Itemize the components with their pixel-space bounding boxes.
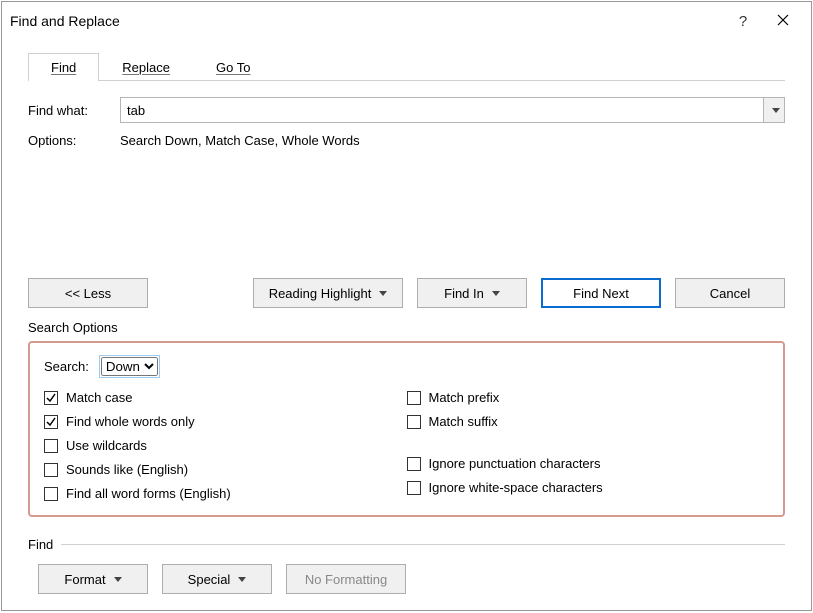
ignore-punctuation-checkbox[interactable]: Ignore punctuation characters <box>407 456 770 471</box>
options-row: Options: Search Down, Match Case, Whole … <box>28 133 785 148</box>
checkbox-icon <box>44 391 58 405</box>
whole-words-checkbox[interactable]: Find whole words only <box>44 414 407 429</box>
find-what-input[interactable] <box>120 97 763 123</box>
ignore-whitespace-checkbox[interactable]: Ignore white-space characters <box>407 480 770 495</box>
format-button[interactable]: Format <box>38 564 148 594</box>
checkbox-icon <box>44 463 58 477</box>
word-forms-checkbox[interactable]: Find all word forms (English) <box>44 486 407 501</box>
dialog-title: Find and Replace <box>10 13 723 29</box>
match-case-checkbox[interactable]: Match case <box>44 390 407 405</box>
options-text: Search Down, Match Case, Whole Words <box>120 133 360 148</box>
reading-highlight-button[interactable]: Reading Highlight <box>253 278 403 308</box>
chevron-down-icon <box>379 291 387 296</box>
find-what-combo <box>120 97 785 123</box>
help-button[interactable]: ? <box>723 8 763 34</box>
match-suffix-checkbox[interactable]: Match suffix <box>407 414 770 429</box>
titlebar: Find and Replace ? <box>2 2 811 40</box>
close-button[interactable] <box>763 8 803 34</box>
checkbox-icon <box>407 415 421 429</box>
button-row: << Less Reading Highlight Find In Find N… <box>28 278 785 308</box>
checkbox-icon <box>407 391 421 405</box>
match-prefix-checkbox[interactable]: Match prefix <box>407 390 770 405</box>
chevron-down-icon <box>114 577 122 582</box>
find-in-button[interactable]: Find In <box>417 278 527 308</box>
find-section-label: Find <box>28 537 53 552</box>
checkbox-icon <box>44 439 58 453</box>
help-icon: ? <box>739 13 747 30</box>
find-next-button[interactable]: Find Next <box>541 278 661 308</box>
divider <box>61 544 785 545</box>
wildcards-checkbox[interactable]: Use wildcards <box>44 438 407 453</box>
search-direction-outline: Down <box>99 355 160 378</box>
find-what-row: Find what: <box>28 97 785 123</box>
tabstrip: Find Replace Go To <box>28 52 785 81</box>
special-button[interactable]: Special <box>162 564 272 594</box>
checkbox-icon <box>407 457 421 471</box>
cancel-button[interactable]: Cancel <box>675 278 785 308</box>
tab-goto[interactable]: Go To <box>193 53 273 81</box>
chevron-down-icon <box>238 577 246 582</box>
find-what-label: Find what: <box>28 103 120 118</box>
tab-find[interactable]: Find <box>28 53 99 81</box>
checkbox-icon <box>407 481 421 495</box>
no-formatting-button[interactable]: No Formatting <box>286 564 406 594</box>
search-options-panel: Search: Down Match case Find whole words… <box>28 341 785 517</box>
search-direction-select[interactable]: Down <box>101 357 158 376</box>
find-what-dropdown[interactable] <box>763 97 785 123</box>
search-options-title: Search Options <box>28 320 785 335</box>
search-direction-label: Search: <box>44 359 89 374</box>
chevron-down-icon <box>772 108 780 113</box>
sounds-like-checkbox[interactable]: Sounds like (English) <box>44 462 407 477</box>
tab-replace[interactable]: Replace <box>99 53 193 81</box>
checkbox-icon <box>44 415 58 429</box>
find-fieldset: Find Format Special No Formatting <box>28 537 785 594</box>
find-replace-dialog: Find and Replace ? Find Replace Go To Fi… <box>1 1 812 611</box>
dialog-body: Find Replace Go To Find what: Options: S… <box>2 40 811 610</box>
options-label: Options: <box>28 133 120 148</box>
close-icon <box>777 14 789 29</box>
less-button[interactable]: << Less <box>28 278 148 308</box>
chevron-down-icon <box>492 291 500 296</box>
checkbox-icon <box>44 487 58 501</box>
